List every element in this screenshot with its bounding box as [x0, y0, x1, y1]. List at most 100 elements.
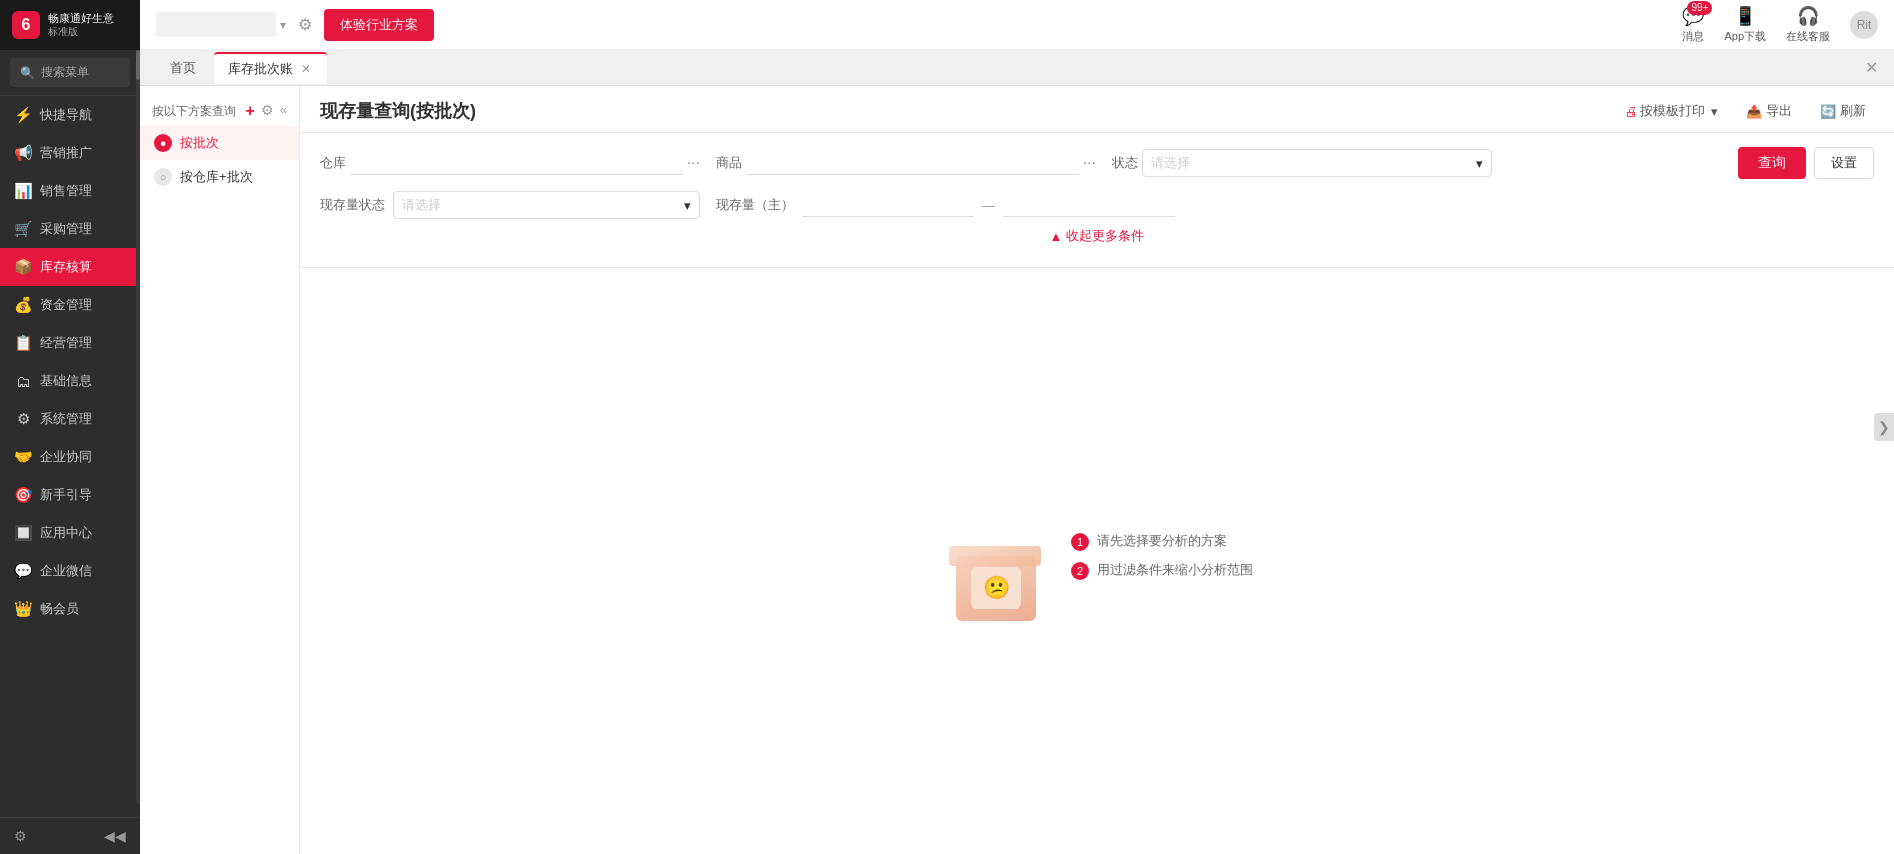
- illustration-box-lid: [949, 546, 1041, 566]
- filter-row-2: 现存量状态 请选择 ▾ 现存量（主） —: [320, 191, 1874, 219]
- sidebar-item-system[interactable]: ⚙ 系统管理: [0, 400, 140, 438]
- left-panel-header: 按以下方案查询 + ⚙ «: [140, 96, 299, 126]
- plan-dot-gray: ○: [154, 168, 172, 186]
- status-filter: 状态 请选择 ▾: [1112, 149, 1492, 177]
- sales-icon: 📊: [14, 182, 32, 200]
- finance-icon: 💰: [14, 296, 32, 314]
- sidebar-search-area: 🔍 搜索菜单: [0, 50, 140, 96]
- sidebar-item-sales[interactable]: 📊 销售管理: [0, 172, 140, 210]
- search-menu-button[interactable]: 🔍 搜索菜单: [10, 58, 130, 87]
- warehouse-dots[interactable]: ···: [687, 154, 700, 172]
- empty-step-2: 2 用过滤条件来缩小分析范围: [1071, 561, 1253, 580]
- refresh-icon: 🔄: [1820, 104, 1836, 119]
- sidebar-item-guide[interactable]: 🎯 新手引导: [0, 476, 140, 514]
- sidebar-scrollbar-thumb[interactable]: [136, 50, 140, 80]
- plan-item-by-warehouse-batch[interactable]: ○ 按仓库+批次: [140, 160, 299, 194]
- inventory-qty-max-input[interactable]: [1003, 193, 1175, 217]
- warehouse-input[interactable]: [350, 151, 683, 175]
- inventory-qty-min-input[interactable]: [802, 193, 974, 217]
- purchase-icon: 🛒: [14, 220, 32, 238]
- topbar-gear-icon[interactable]: ⚙: [298, 15, 312, 34]
- support-icon: 🎧: [1797, 5, 1819, 27]
- wechat-icon: 💬: [14, 562, 32, 580]
- query-button[interactable]: 查询: [1738, 147, 1806, 179]
- tab-close-icon[interactable]: ✕: [299, 62, 313, 76]
- empty-illustration: 😕: [941, 511, 1041, 611]
- tab-home[interactable]: 首页: [156, 53, 210, 83]
- left-panel-icons: + ⚙ «: [245, 102, 287, 120]
- sidebar-bottom: ⚙ ◀◀: [0, 817, 140, 854]
- inventory-qty-filter: 现存量（主） —: [716, 193, 1096, 217]
- topbar-search-input[interactable]: [156, 12, 276, 37]
- topbar-chevron-icon[interactable]: ▾: [280, 18, 286, 32]
- sidebar-item-operations[interactable]: 📋 经营管理: [0, 324, 140, 362]
- left-plan-panel: 按以下方案查询 + ⚙ « ● 按批次 ○ 按仓库+批次: [140, 86, 300, 854]
- guide-icon: 🎯: [14, 486, 32, 504]
- sidebar-item-purchase[interactable]: 🛒 采购管理: [0, 210, 140, 248]
- product-filter: 商品 ···: [716, 151, 1096, 175]
- add-plan-icon[interactable]: +: [245, 102, 254, 120]
- sidebar-header: 6 畅康通好生意 标准版: [0, 0, 140, 50]
- topbar: ▾ ⚙ 体验行业方案 💬 消息 99+ 📱 App下载 🎧 在线客服 Rit: [140, 0, 1894, 50]
- illustration-face: 😕: [971, 567, 1021, 609]
- warehouse-filter: 仓库 ···: [320, 151, 700, 175]
- filter-row-1: 仓库 ··· 商品 ··· 状态 请选择: [320, 147, 1874, 179]
- appstore-icon: 🔲: [14, 524, 32, 542]
- product-input[interactable]: [746, 151, 1079, 175]
- print-icon: 🖨: [1625, 104, 1638, 119]
- company-name: 畅康通好生意: [48, 11, 114, 25]
- plan-dot-red: ●: [154, 134, 172, 152]
- plan-item-by-batch[interactable]: ● 按批次: [140, 126, 299, 160]
- print-dropdown-chevron-icon: ▾: [1711, 104, 1718, 119]
- tab-inventory-batch[interactable]: 库存批次账 ✕: [214, 52, 327, 84]
- settings-icon[interactable]: ⚙: [14, 828, 27, 844]
- collapse-up-icon: ▲: [1050, 229, 1063, 244]
- sidebar-item-wechat[interactable]: 💬 企业微信: [0, 552, 140, 590]
- page-header: 现存量查询(按批次) 🖨 按模板打印 ▾ 📤 导出 🔄: [300, 86, 1894, 133]
- inventory-qty-range: —: [802, 193, 1175, 217]
- export-button[interactable]: 📤 导出: [1738, 98, 1800, 124]
- tabbar: 首页 库存批次账 ✕ ✕: [140, 50, 1894, 86]
- topbar-input-area: ▾: [156, 12, 286, 37]
- filter-buttons: 查询 设置: [1738, 147, 1874, 179]
- plan-settings-icon[interactable]: ⚙: [261, 102, 274, 120]
- sidebar-item-marketing[interactable]: 📢 营销推广: [0, 134, 140, 172]
- refresh-button[interactable]: 🔄 刷新: [1812, 98, 1874, 124]
- online-support-button[interactable]: 🎧 在线客服: [1786, 5, 1830, 44]
- sidebar-item-shortcut[interactable]: ⚡ 快捷导航: [0, 96, 140, 134]
- user-avatar-button[interactable]: Rit: [1850, 11, 1878, 39]
- empty-step-1: 1 请先选择要分析的方案: [1071, 532, 1253, 551]
- empty-state: 😕 1 请先选择要分析的方案 2 用过滤条件来缩小分析范围: [300, 268, 1894, 854]
- sidebar-item-enterprise[interactable]: 🤝 企业协同: [0, 438, 140, 476]
- export-icon: 📤: [1746, 104, 1762, 119]
- filter-settings-button[interactable]: 设置: [1814, 147, 1874, 179]
- tabbar-close-button[interactable]: ✕: [1865, 58, 1878, 77]
- enterprise-icon: 🤝: [14, 448, 32, 466]
- app-version: 标准版: [48, 25, 114, 39]
- try-industry-button[interactable]: 体验行业方案: [324, 9, 434, 41]
- app-logo: 6: [12, 11, 40, 39]
- print-button[interactable]: 🖨 按模板打印 ▾: [1617, 98, 1726, 124]
- shortcut-icon: ⚡: [14, 106, 32, 124]
- inventory-status-select[interactable]: 请选择 ▾: [393, 191, 700, 219]
- collapse-more-button[interactable]: ▲ 收起更多条件: [320, 219, 1874, 253]
- messages-button[interactable]: 💬 消息 99+: [1682, 5, 1704, 44]
- collapse-sidebar-icon[interactable]: ◀◀: [104, 828, 126, 844]
- sidebar-item-basic[interactable]: 🗂 基础信息: [0, 362, 140, 400]
- right-edge-toggle[interactable]: ❯: [1874, 413, 1894, 441]
- sidebar-item-member[interactable]: 👑 畅会员: [0, 590, 140, 628]
- app-download-button[interactable]: 📱 App下载: [1724, 5, 1766, 44]
- messages-badge: 99+: [1687, 1, 1712, 15]
- plan-collapse-icon[interactable]: «: [280, 102, 287, 120]
- marketing-icon: 📢: [14, 144, 32, 162]
- main-area: ▾ ⚙ 体验行业方案 💬 消息 99+ 📱 App下载 🎧 在线客服 Rit: [140, 0, 1894, 854]
- filter-area: 仓库 ··· 商品 ··· 状态 请选择: [300, 133, 1894, 268]
- status-select[interactable]: 请选择 ▾: [1142, 149, 1492, 177]
- empty-steps: 1 请先选择要分析的方案 2 用过滤条件来缩小分析范围: [1071, 532, 1253, 590]
- sidebar-item-appstore[interactable]: 🔲 应用中心: [0, 514, 140, 552]
- topbar-right: 💬 消息 99+ 📱 App下载 🎧 在线客服 Rit: [1682, 5, 1878, 44]
- sidebar-item-inventory[interactable]: 📦 库存核算: [0, 248, 140, 286]
- sidebar-item-finance[interactable]: 💰 资金管理: [0, 286, 140, 324]
- inventory-icon: 📦: [14, 258, 32, 276]
- product-dots[interactable]: ···: [1083, 154, 1096, 172]
